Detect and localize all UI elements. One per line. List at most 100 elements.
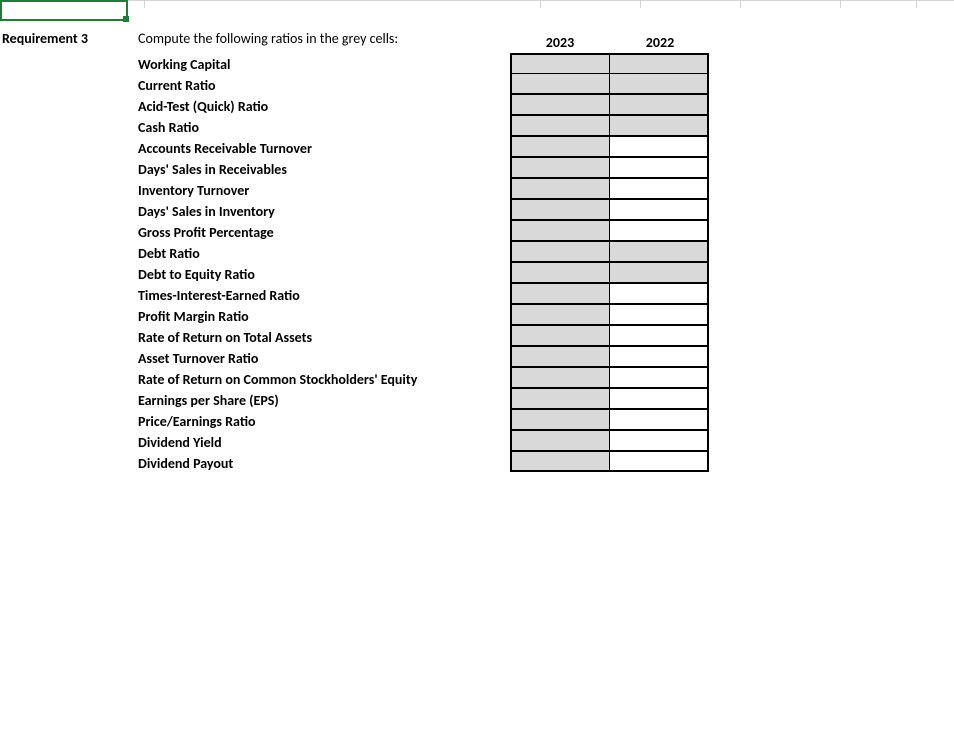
cell-y2[interactable] [609, 388, 709, 409]
table-row [510, 431, 710, 452]
table-row [510, 368, 710, 389]
cell-y1[interactable] [510, 199, 610, 220]
ratio-label-row: Debt Ratio [138, 243, 417, 264]
cell-y1[interactable] [510, 115, 610, 136]
table-row [510, 284, 710, 305]
table-row [510, 95, 710, 116]
ratio-label-row: Asset Turnover Ratio [138, 348, 417, 369]
cell-y2[interactable] [609, 241, 709, 262]
ratio-name: Dividend Yield [138, 434, 222, 451]
cell-y1[interactable] [510, 388, 610, 409]
cell-y1[interactable] [510, 367, 610, 388]
cell-y1[interactable] [510, 73, 610, 94]
ratio-name: Profit Margin Ratio [138, 308, 249, 325]
cell-y2[interactable] [609, 262, 709, 283]
ratio-name: Working Capital [138, 56, 230, 73]
ratio-name: Cash Ratio [138, 119, 199, 136]
cell-y1[interactable] [510, 262, 610, 283]
cell-y2[interactable] [609, 283, 709, 304]
table-row [510, 53, 710, 74]
cell-y1[interactable] [510, 430, 610, 451]
cell-y2[interactable] [609, 346, 709, 367]
ratio-label-row: Debt to Equity Ratio [138, 264, 417, 285]
ratio-label-row: Price/Earnings Ratio [138, 411, 417, 432]
cell-y2[interactable] [609, 115, 709, 136]
cell-y2[interactable] [609, 178, 709, 199]
ratio-label-row: Rate of Return on Total Assets [138, 327, 417, 348]
table-row [510, 137, 710, 158]
year-header-2023: 2023 [510, 31, 610, 53]
ratio-table: 2023 2022 [510, 31, 710, 473]
cell-y2[interactable] [609, 451, 709, 472]
cell-y2[interactable] [609, 220, 709, 241]
ratio-label-row: Acid-Test (Quick) Ratio [138, 96, 417, 117]
ratio-label-row: Gross Profit Percentage [138, 222, 417, 243]
ratio-name: Debt Ratio [138, 245, 200, 262]
ratio-label-row: Inventory Turnover [138, 180, 417, 201]
ratio-name: Days' Sales in Inventory [138, 203, 275, 220]
requirement-label: Requirement 3 [0, 28, 136, 47]
cell-y1[interactable] [510, 136, 610, 157]
cell-y1[interactable] [510, 346, 610, 367]
ratio-name: Days' Sales in Receivables [138, 161, 287, 178]
ratio-name: Gross Profit Percentage [138, 224, 274, 241]
ratio-label-row: Dividend Payout [138, 453, 417, 474]
cell-y1[interactable] [510, 409, 610, 430]
ratio-name: Rate of Return on Total Assets [138, 329, 312, 346]
ratio-label-row: Current Ratio [138, 75, 417, 96]
ratio-labels: Working Capital Current Ratio Acid-Test (Q… [138, 54, 417, 474]
table-rows [510, 53, 710, 473]
cell-y1[interactable] [510, 94, 610, 115]
cell-y1[interactable] [510, 157, 610, 178]
cell-y2[interactable] [609, 304, 709, 325]
cell-y1[interactable] [510, 178, 610, 199]
ratio-name: Asset Turnover Ratio [138, 350, 258, 367]
ratio-name: Acid-Test (Quick) Ratio [138, 98, 268, 115]
cell-y1[interactable] [510, 325, 610, 346]
ratio-name: Rate of Return on Common Stockholders' E… [138, 371, 417, 388]
ratio-label-row: Dividend Yield [138, 432, 417, 453]
cell-y1[interactable] [510, 53, 610, 74]
cell-y1[interactable] [510, 283, 610, 304]
table-row [510, 179, 710, 200]
table-row [510, 158, 710, 179]
table-row [510, 116, 710, 137]
ratio-name: Inventory Turnover [138, 182, 249, 199]
table-row [510, 305, 710, 326]
table-row [510, 389, 710, 410]
cell-y1[interactable] [510, 241, 610, 262]
ratio-name: Price/Earnings Ratio [138, 413, 256, 430]
cell-y2[interactable] [609, 325, 709, 346]
ratio-label-row: Profit Margin Ratio [138, 306, 417, 327]
cell-y2[interactable] [609, 73, 709, 94]
table-row [510, 242, 710, 263]
cell-y2[interactable] [609, 430, 709, 451]
cell-y2[interactable] [609, 409, 709, 430]
instruction-row: Requirement 3 Compute the following rati… [0, 28, 954, 47]
ratio-label-row: Cash Ratio [138, 117, 417, 138]
cell-y2[interactable] [609, 94, 709, 115]
cell-y2[interactable] [609, 367, 709, 388]
cell-y1[interactable] [510, 220, 610, 241]
year-headers: 2023 2022 [510, 31, 710, 53]
table-row [510, 263, 710, 284]
cell-y2[interactable] [609, 136, 709, 157]
ratio-name: Earnings per Share (EPS) [138, 392, 279, 409]
ratio-label-row: Times-Interest-Earned Ratio [138, 285, 417, 306]
active-cell[interactable] [0, 0, 128, 21]
ratio-label-row: Rate of Return on Common Stockholders' E… [138, 369, 417, 390]
table-row [510, 452, 710, 473]
table-row [510, 326, 710, 347]
cell-y2[interactable] [609, 157, 709, 178]
ratio-name: Dividend Payout [138, 455, 233, 472]
cell-y2[interactable] [609, 199, 709, 220]
cell-y1[interactable] [510, 451, 610, 472]
ratio-label-row: Accounts Receivable Turnover [138, 138, 417, 159]
table-row [510, 347, 710, 368]
cell-y2[interactable] [609, 53, 709, 74]
table-row [510, 200, 710, 221]
ratio-label-row: Days' Sales in Receivables [138, 159, 417, 180]
table-row [510, 74, 710, 95]
ratio-label-row: Days' Sales in Inventory [138, 201, 417, 222]
cell-y1[interactable] [510, 304, 610, 325]
